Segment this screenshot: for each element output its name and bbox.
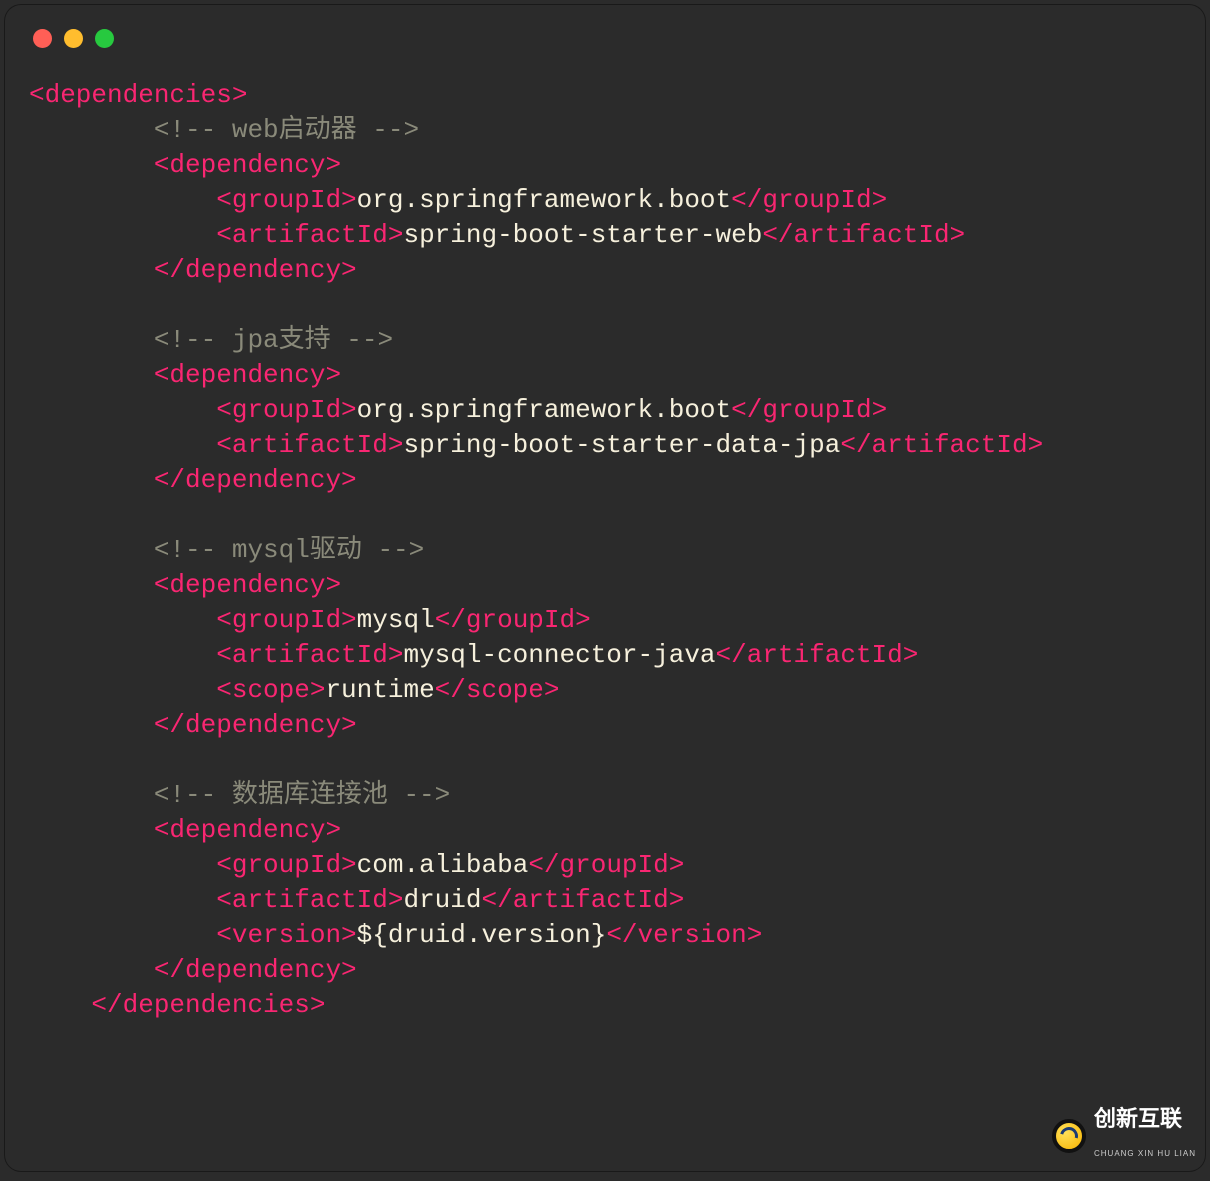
tag-dependency-open: <dependency>: [154, 570, 341, 600]
watermark-logo: 创新互联 CHUANG XIN HU LIAN: [1052, 1101, 1196, 1171]
tag-dependency-close: </dependency>: [154, 710, 357, 740]
scope-value: runtime: [325, 675, 434, 705]
tag-artifactid-close: </artifactId>: [840, 430, 1043, 460]
tag-groupid-close: </groupId>: [435, 605, 591, 635]
logo-text: 创新互联 CHUANG XIN HU LIAN: [1094, 1101, 1196, 1171]
artifactid-value: spring-boot-starter-web: [403, 220, 762, 250]
tag-artifactid-open: <artifactId>: [216, 640, 403, 670]
version-value: ${druid.version}: [357, 920, 607, 950]
maximize-icon[interactable]: [95, 29, 114, 48]
tag-dependency-open: <dependency>: [154, 815, 341, 845]
logo-main: 创新互联: [1094, 1106, 1182, 1131]
tag-groupid-open: <groupId>: [216, 395, 356, 425]
tag-scope-close: </scope>: [435, 675, 560, 705]
tag-artifactid-close: </artifactId>: [762, 220, 965, 250]
tag-groupid-close: </groupId>: [731, 185, 887, 215]
artifactid-value: druid: [403, 885, 481, 915]
comment-mysql: <!-- mysql驱动 -->: [154, 535, 424, 565]
tag-dependency-close: </dependency>: [154, 255, 357, 285]
tag-artifactid-open: <artifactId>: [216, 885, 403, 915]
tag-groupid-close: </groupId>: [731, 395, 887, 425]
tag-dependency-open: <dependency>: [154, 360, 341, 390]
tag-artifactid-close: </artifactId>: [481, 885, 684, 915]
logo-sub: CHUANG XIN HU LIAN: [1094, 1136, 1196, 1171]
tag-dependencies-close: </dependencies>: [91, 990, 325, 1020]
tag-version-close: </version>: [606, 920, 762, 950]
logo-icon: [1052, 1119, 1086, 1153]
tag-scope-open: <scope>: [216, 675, 325, 705]
tag-dependencies-open: <dependencies>: [29, 80, 247, 110]
code-block: <dependencies> <!-- web启动器 --> <dependen…: [5, 58, 1205, 1047]
groupid-value: org.springframework.boot: [357, 185, 731, 215]
window-titlebar: [5, 5, 1205, 58]
close-icon[interactable]: [33, 29, 52, 48]
comment-web: <!-- web启动器 -->: [154, 115, 419, 145]
tag-groupid-open: <groupId>: [216, 605, 356, 635]
tag-groupid-open: <groupId>: [216, 850, 356, 880]
tag-artifactid-open: <artifactId>: [216, 220, 403, 250]
tag-artifactid-open: <artifactId>: [216, 430, 403, 460]
tag-version-open: <version>: [216, 920, 356, 950]
artifactid-value: spring-boot-starter-data-jpa: [403, 430, 840, 460]
code-window: <dependencies> <!-- web启动器 --> <dependen…: [5, 5, 1205, 1171]
groupid-value: com.alibaba: [357, 850, 529, 880]
tag-dependency-close: </dependency>: [154, 465, 357, 495]
minimize-icon[interactable]: [64, 29, 83, 48]
tag-dependency-close: </dependency>: [154, 955, 357, 985]
comment-pool: <!-- 数据库连接池 -->: [154, 780, 450, 810]
tag-dependency-open: <dependency>: [154, 150, 341, 180]
artifactid-value: mysql-connector-java: [403, 640, 715, 670]
tag-artifactid-close: </artifactId>: [716, 640, 919, 670]
tag-groupid-close: </groupId>: [528, 850, 684, 880]
tag-groupid-open: <groupId>: [216, 185, 356, 215]
comment-jpa: <!-- jpa支持 -->: [154, 325, 393, 355]
groupid-value: org.springframework.boot: [357, 395, 731, 425]
groupid-value: mysql: [357, 605, 435, 635]
